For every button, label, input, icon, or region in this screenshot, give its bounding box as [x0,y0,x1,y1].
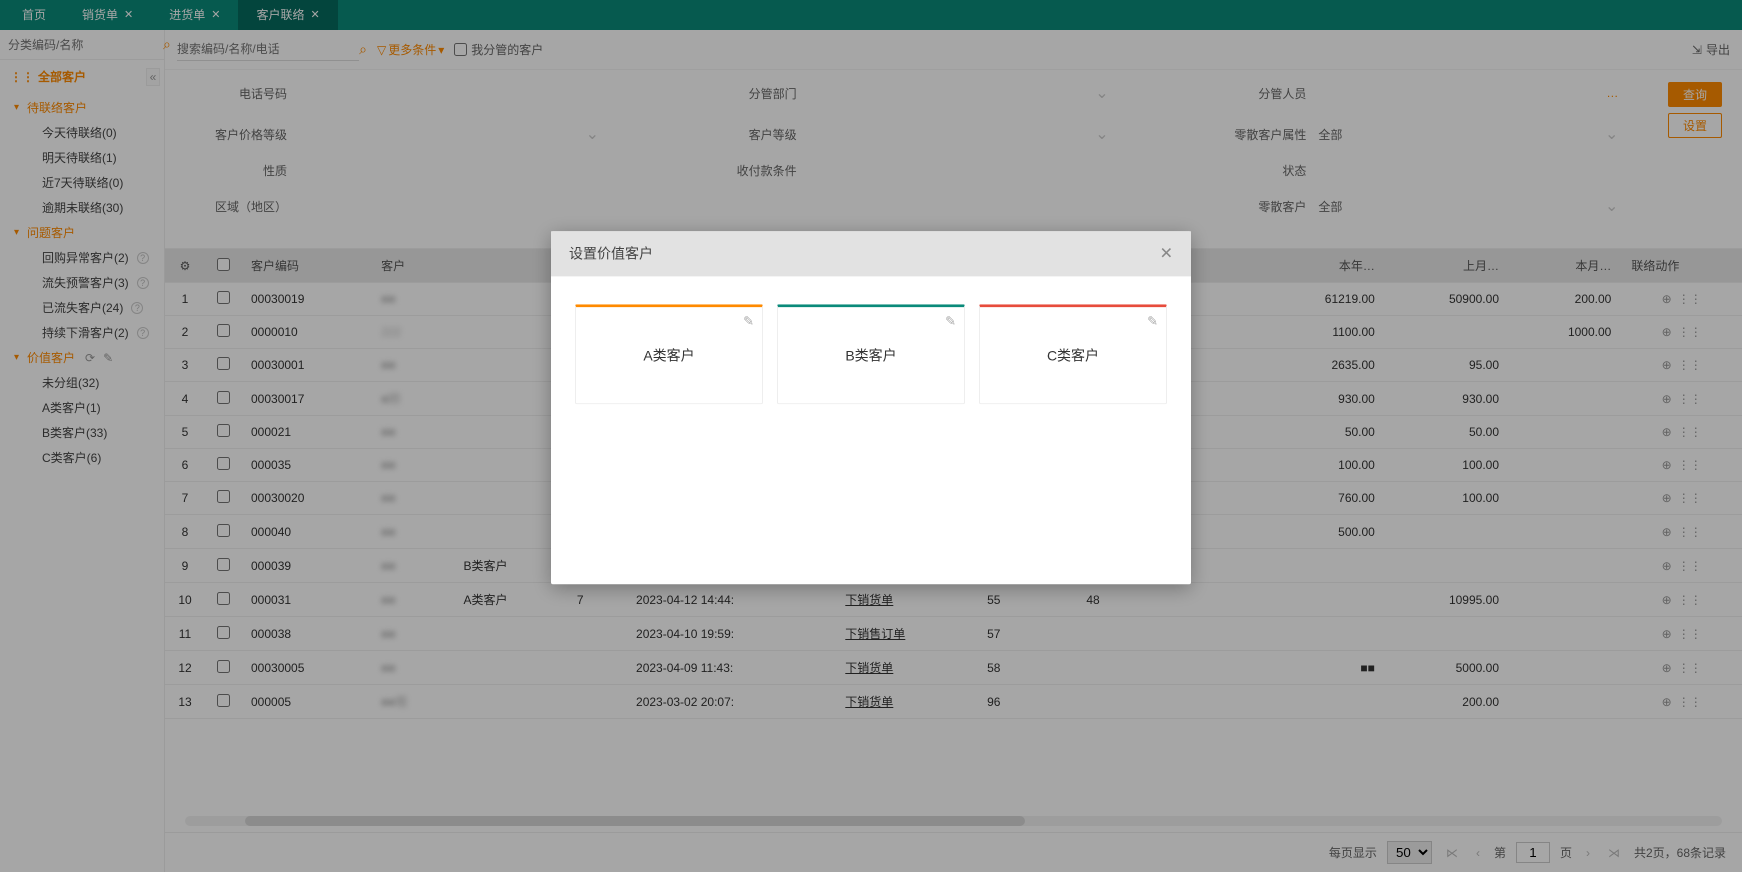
modal-body: ✎A类客户✎B类客户✎C类客户 [551,276,1191,584]
edit-icon[interactable]: ✎ [1147,313,1158,329]
value-card-b[interactable]: ✎B类客户 [777,304,965,404]
edit-icon[interactable]: ✎ [945,313,956,329]
value-customer-modal: 设置价值客户 ✕ ✎A类客户✎B类客户✎C类客户 [551,231,1191,584]
modal-close-button[interactable]: ✕ [1160,243,1173,263]
modal-title: 设置价值客户 [569,243,653,263]
value-card-c[interactable]: ✎C类客户 [979,304,1167,404]
edit-icon[interactable]: ✎ [743,313,754,329]
value-card-a[interactable]: ✎A类客户 [575,304,763,404]
modal-header: 设置价值客户 ✕ [551,231,1191,276]
